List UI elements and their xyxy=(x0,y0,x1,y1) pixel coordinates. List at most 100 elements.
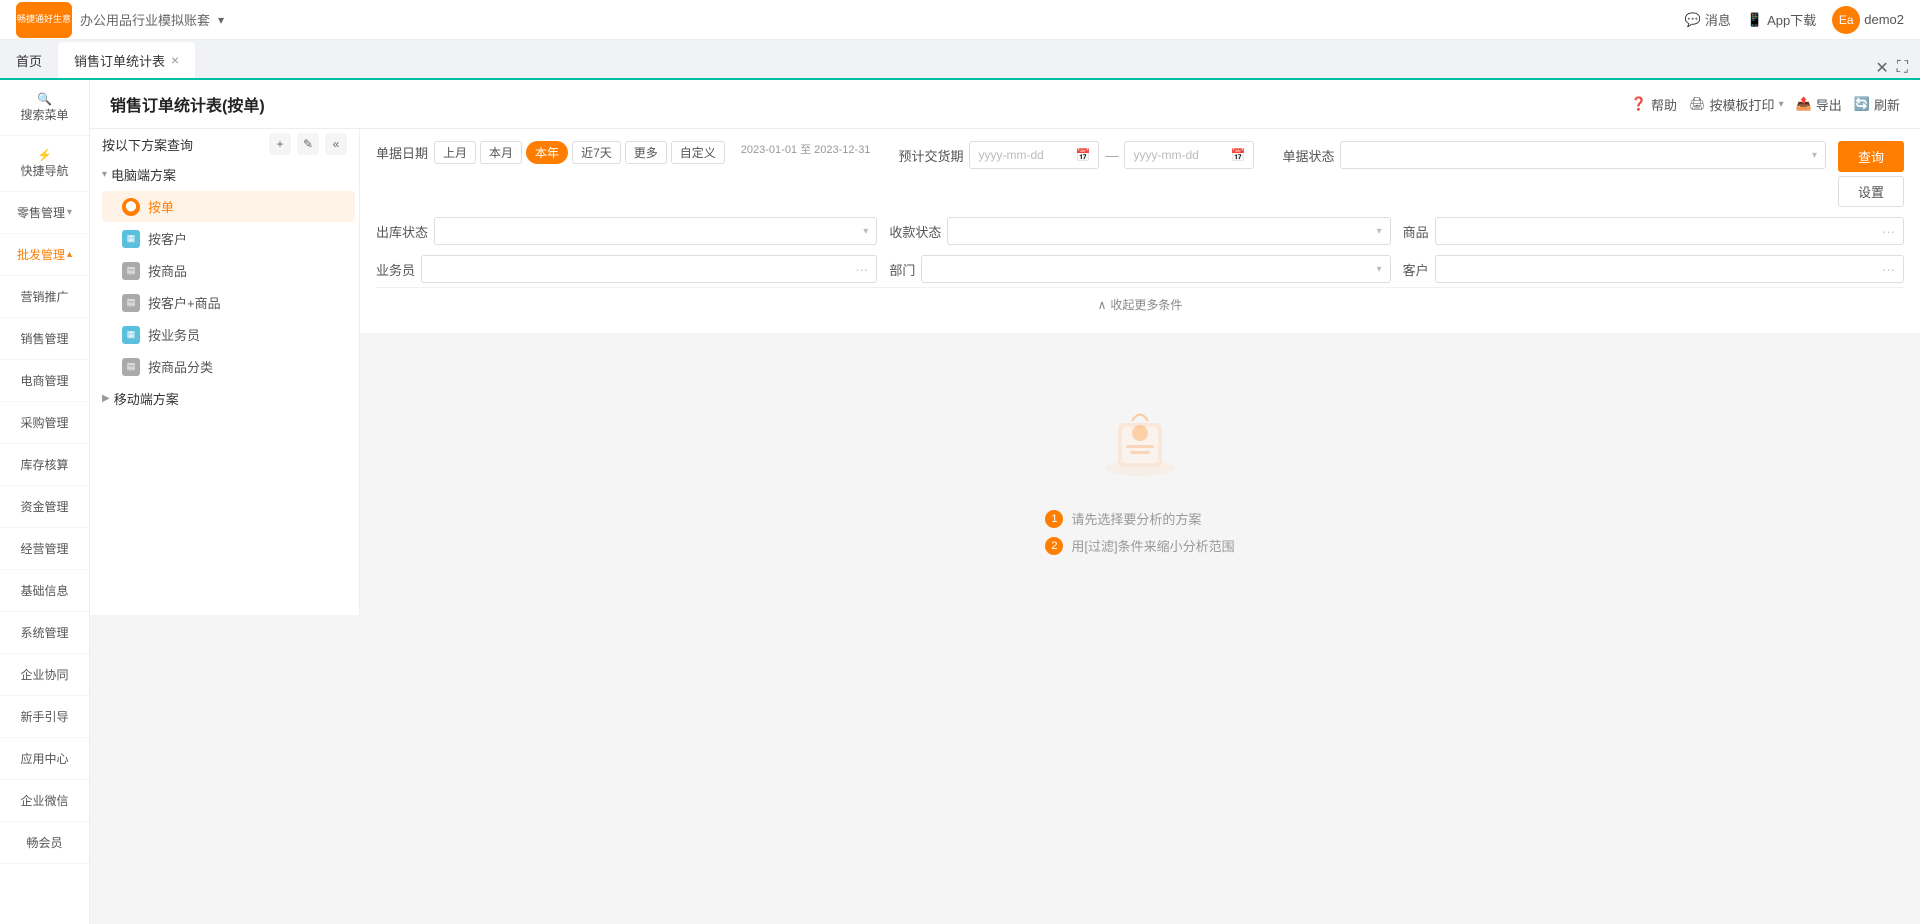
sidebar: 🔍 搜索菜单 ⚡ 快捷导航 零售管理 ▾ 批发管理 ▴ 营销推广 销售管理 电商… xyxy=(0,80,90,924)
bill-status-select[interactable]: ▾ xyxy=(1340,141,1826,169)
customer-block: 客户 ··· xyxy=(1403,255,1904,283)
page-content: 销售订单统计表(按单) ❓ 帮助 🖨 按模板打印 ▾ 📤 导出 🔄 刷新 xyxy=(90,80,1920,924)
salesman-input[interactable]: ··· xyxy=(421,255,877,283)
sidebar-item-basic[interactable]: 基础信息 xyxy=(0,570,89,612)
sidebar-item-member[interactable]: 畅会员 xyxy=(0,822,89,864)
scheme-item-label-salesman: 按业务员 xyxy=(148,325,200,344)
salesman-label: 业务员 xyxy=(376,260,415,279)
tab-close-btn[interactable]: × xyxy=(171,52,179,68)
expected-date-block: 预计交货期 yyyy-mm-dd 📅 — yyyy-mm-dd 📅 xyxy=(898,141,1254,169)
empty-step-1-label: 请先选择要分析的方案 xyxy=(1071,509,1201,528)
print-btn[interactable]: 🖨 按模板打印 ▾ xyxy=(1689,95,1784,114)
sidebar-item-enterprise[interactable]: 企业协同 xyxy=(0,654,89,696)
date-btn-custom[interactable]: 自定义 xyxy=(671,141,725,164)
scheme-item-by-goods[interactable]: ▤ 按商品 xyxy=(102,255,355,286)
sidebar-item-quicknav[interactable]: ⚡ 快捷导航 xyxy=(0,136,89,192)
expected-date-to[interactable]: yyyy-mm-dd 📅 xyxy=(1124,141,1254,169)
tab-sales-order-label: 销售订单统计表 xyxy=(74,51,165,70)
date-btn-thismonth[interactable]: 本月 xyxy=(480,141,522,164)
collapse-btn[interactable]: ∧ 收起更多条件 xyxy=(1098,296,1183,313)
scheme-group-mobile-label: 移动端方案 xyxy=(114,389,179,408)
ship-status-select[interactable]: ▾ xyxy=(434,217,877,245)
date-btn-thisyear[interactable]: 本年 xyxy=(526,141,568,164)
scheme-item-label-order: 按单 xyxy=(148,197,174,216)
sidebar-item-purchase[interactable]: 采购管理 xyxy=(0,402,89,444)
dept-block: 部门 ▾ xyxy=(889,255,1390,283)
dept-select[interactable]: ▾ xyxy=(921,255,1390,283)
tabbar: 首页 销售订单统计表 × ✕ ⛶ xyxy=(0,40,1920,80)
customer-input[interactable]: ··· xyxy=(1435,255,1904,283)
bill-status-block: 单据状态 ▾ xyxy=(1282,141,1826,169)
scheme-item-by-customer[interactable]: ▦ 按客户 xyxy=(102,223,355,254)
scheme-item-by-goods-category[interactable]: ▤ 按商品分类 xyxy=(102,351,355,382)
scheme-item-by-customer-goods[interactable]: ▤ 按客户+商品 xyxy=(102,287,355,318)
sidebar-item-appcenter[interactable]: 应用中心 xyxy=(0,738,89,780)
sidebar-item-marketing[interactable]: 营销推广 xyxy=(0,276,89,318)
goods-input[interactable]: ··· xyxy=(1435,217,1904,245)
window-close-btn[interactable]: ✕ xyxy=(1875,58,1888,78)
goods-label: 商品 xyxy=(1403,222,1429,241)
scheme-group-arrow: ▾ xyxy=(102,169,107,180)
empty-state: 1 请先选择要分析的方案 2 用[过滤]条件来缩小分析范围 xyxy=(360,333,1920,615)
scheme-group-mobile-header[interactable]: ▶ 移动端方案 xyxy=(102,383,359,414)
download-icon: 📱 xyxy=(1747,12,1763,28)
dept-label: 部门 xyxy=(889,260,915,279)
tab-home[interactable]: 首页 xyxy=(0,42,58,78)
refresh-btn[interactable]: 🔄 刷新 xyxy=(1854,95,1900,114)
scheme-add-btn[interactable]: + xyxy=(269,133,291,155)
date-shortcuts: 上月 本月 本年 近7天 更多 自定义 xyxy=(434,141,725,164)
tab-sales-order[interactable]: 销售订单统计表 × xyxy=(58,42,195,78)
tabbar-actions: ✕ ⛶ xyxy=(1863,58,1920,78)
scheme-edit-btn[interactable]: ✎ xyxy=(297,133,319,155)
scheme-collapse-btn[interactable]: « xyxy=(325,133,347,155)
sidebar-item-inventory[interactable]: 库存核算 xyxy=(0,444,89,486)
query-btn[interactable]: 查询 xyxy=(1838,141,1904,172)
ship-status-arrow: ▾ xyxy=(863,226,868,237)
window-maximize-btn[interactable]: ⛶ xyxy=(1897,59,1908,77)
scheme-item-by-salesman[interactable]: ▦ 按业务员 xyxy=(102,319,355,350)
scheme-item-icon-salesman: ▦ xyxy=(122,326,140,344)
scheme-item-label-goods-cat: 按商品分类 xyxy=(148,357,213,376)
filter-row-1: 单据日期 上月 本月 本年 近7天 更多 自定义 2023-01-0 xyxy=(376,141,1904,207)
sidebar-item-wholesale[interactable]: 批发管理 ▴ xyxy=(0,234,89,276)
msg-btn[interactable]: 💬 消息 xyxy=(1685,10,1731,29)
expected-date-label: 预计交货期 xyxy=(898,146,963,165)
sidebar-item-sales[interactable]: 销售管理 xyxy=(0,318,89,360)
empty-illustration xyxy=(1090,393,1190,493)
filter-row-3: 业务员 ··· 部门 ▾ xyxy=(376,255,1904,283)
app-download-btn[interactable]: 📱 App下载 xyxy=(1747,10,1816,29)
sidebar-item-weixin[interactable]: 企业微信 xyxy=(0,780,89,822)
scheme-group-pc-header[interactable]: ▾ 电脑端方案 xyxy=(102,159,359,190)
date-btn-7days[interactable]: 近7天 xyxy=(572,141,621,164)
sidebar-item-retail[interactable]: 零售管理 ▾ xyxy=(0,192,89,234)
sidebar-item-system[interactable]: 系统管理 xyxy=(0,612,89,654)
print-dropdown-icon: ▾ xyxy=(1779,99,1784,110)
date-btn-more[interactable]: 更多 xyxy=(625,141,667,164)
page-title: 销售订单统计表(按单) xyxy=(110,92,265,128)
expected-date-from[interactable]: yyyy-mm-dd 📅 xyxy=(969,141,1099,169)
collapse-bar: ∧ 收起更多条件 xyxy=(376,287,1904,321)
receipt-status-label: 收款状态 xyxy=(889,222,941,241)
avatar: Ea xyxy=(1832,6,1860,34)
date-label: 单据日期 xyxy=(376,143,428,162)
scheme-item-icon-order: ⬤ xyxy=(122,198,140,216)
help-btn[interactable]: ❓ 帮助 xyxy=(1631,95,1677,114)
settings-btn[interactable]: 设置 xyxy=(1838,176,1904,207)
page-header-actions: ❓ 帮助 🖨 按模板打印 ▾ 📤 导出 🔄 刷新 xyxy=(1631,95,1900,126)
sidebar-item-finance[interactable]: 资金管理 xyxy=(0,486,89,528)
expected-date-from-placeholder: yyyy-mm-dd xyxy=(978,148,1043,162)
export-btn[interactable]: 📤 导出 xyxy=(1796,95,1842,114)
calendar-icon-to: 📅 xyxy=(1231,148,1246,162)
receipt-status-select[interactable]: ▾ xyxy=(947,217,1390,245)
scheme-item-by-order[interactable]: ⬤ 按单 xyxy=(102,191,355,222)
sidebar-item-operations[interactable]: 经营管理 xyxy=(0,528,89,570)
topbar-dropdown-btn[interactable]: ▾ xyxy=(218,13,224,27)
sidebar-item-newguide[interactable]: 新手引导 xyxy=(0,696,89,738)
sidebar-item-ecommerce[interactable]: 电商管理 xyxy=(0,360,89,402)
expected-date-to-placeholder: yyyy-mm-dd xyxy=(1133,148,1198,162)
date-btn-lastmonth[interactable]: 上月 xyxy=(434,141,476,164)
sidebar-item-search[interactable]: 🔍 搜索菜单 xyxy=(0,80,89,136)
customer-dots: ··· xyxy=(1882,262,1895,277)
scheme-group-mobile-arrow: ▶ xyxy=(102,393,110,404)
user-profile-btn[interactable]: Ea demo2 xyxy=(1832,6,1904,34)
